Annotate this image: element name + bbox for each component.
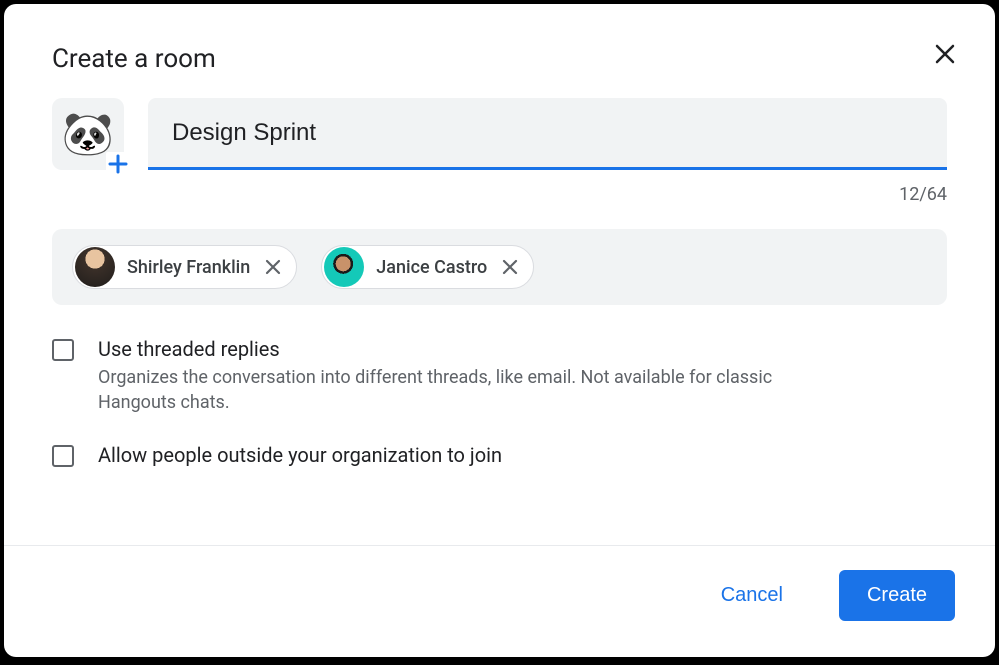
person-chip: Janice Castro <box>321 245 534 289</box>
chip-label: Janice Castro <box>376 257 487 278</box>
name-row: 🐼 12/64 <box>52 98 947 205</box>
create-button[interactable]: Create <box>839 570 955 621</box>
option-label: Allow people outside your organization t… <box>98 443 502 467</box>
dialog-footer: Cancel Create <box>4 545 995 657</box>
option-label: Use threaded replies <box>98 337 798 361</box>
char-counter: 12/64 <box>148 184 947 205</box>
chip-label: Shirley Franklin <box>127 257 250 278</box>
emoji-picker[interactable]: 🐼 <box>52 98 124 170</box>
avatar <box>324 247 364 287</box>
dialog-title: Create a room <box>52 44 216 74</box>
plus-icon <box>108 154 128 174</box>
remove-person-button[interactable] <box>499 256 521 278</box>
option-threaded-replies: Use threaded replies Organizes the conve… <box>52 337 947 415</box>
person-chip: Shirley Franklin <box>72 245 297 289</box>
close-icon <box>264 258 282 276</box>
option-text: Allow people outside your organization t… <box>98 443 502 467</box>
option-description: Organizes the conversation into differen… <box>98 365 798 415</box>
external-join-checkbox[interactable] <box>52 445 74 467</box>
dialog-content: 🐼 12/64 Shirley Franklin Janice Castr <box>4 98 995 545</box>
option-external-join: Allow people outside your organization t… <box>52 443 947 467</box>
dialog-header: Create a room <box>4 4 995 98</box>
option-text: Use threaded replies Organizes the conve… <box>98 337 798 415</box>
create-room-dialog: Create a room 🐼 12/64 Shirley Franklin <box>4 4 995 657</box>
options-section: Use threaded replies Organizes the conve… <box>52 337 947 467</box>
add-emoji-badge <box>106 152 130 176</box>
threaded-replies-checkbox[interactable] <box>52 339 74 361</box>
remove-person-button[interactable] <box>262 256 284 278</box>
close-icon <box>933 42 957 66</box>
close-icon <box>501 258 519 276</box>
room-name-input[interactable] <box>148 98 947 170</box>
close-button[interactable] <box>931 40 959 68</box>
avatar <box>75 247 115 287</box>
people-input[interactable]: Shirley Franklin Janice Castro <box>52 229 947 305</box>
cancel-button[interactable]: Cancel <box>693 570 811 621</box>
name-field-wrap: 12/64 <box>148 98 947 205</box>
